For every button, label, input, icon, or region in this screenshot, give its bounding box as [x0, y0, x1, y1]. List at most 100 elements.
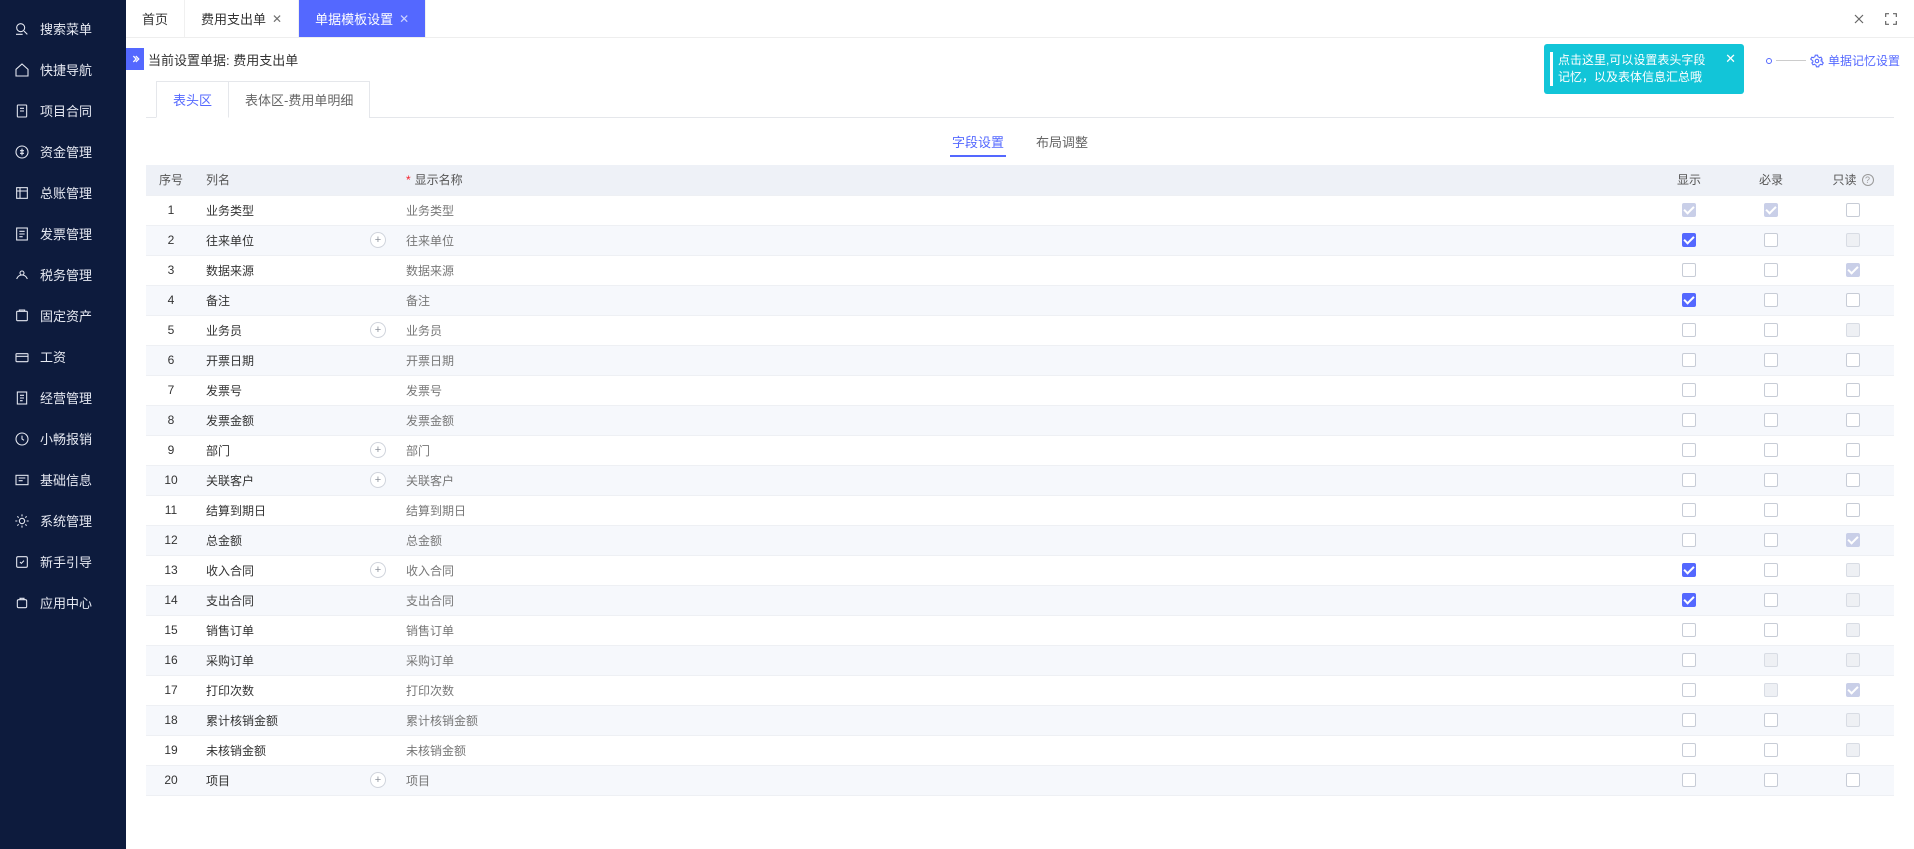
sidebar-item-6[interactable]: 税务管理	[0, 254, 126, 295]
cell-display[interactable]: 部门	[396, 435, 1648, 465]
cell-display[interactable]: 支出合同	[396, 585, 1648, 615]
help-icon[interactable]: ?	[1862, 174, 1874, 186]
add-button[interactable]: +	[370, 772, 386, 788]
checkbox-show[interactable]	[1682, 533, 1696, 547]
cell-display[interactable]: 往来单位	[396, 225, 1648, 255]
nav-tab-2[interactable]: 单据模板设置✕	[299, 0, 426, 37]
sidebar-item-5[interactable]: 发票管理	[0, 213, 126, 254]
checkbox-show[interactable]	[1682, 503, 1696, 517]
cell-display[interactable]: 备注	[396, 285, 1648, 315]
checkbox-show[interactable]	[1682, 743, 1696, 757]
area-tab-0[interactable]: 表头区	[156, 81, 229, 118]
cell-display[interactable]: 发票金额	[396, 405, 1648, 435]
checkbox-required[interactable]	[1764, 593, 1778, 607]
add-button[interactable]: +	[370, 232, 386, 248]
sidebar-item-10[interactable]: 小畅报销	[0, 418, 126, 459]
cell-display[interactable]: 项目	[396, 765, 1648, 795]
close-all-tabs-button[interactable]	[1850, 10, 1868, 28]
checkbox-required[interactable]	[1764, 413, 1778, 427]
cell-display[interactable]: 收入合同	[396, 555, 1648, 585]
checkbox-show[interactable]	[1682, 443, 1696, 457]
checkbox-show[interactable]	[1682, 323, 1696, 337]
cell-display[interactable]: 业务员	[396, 315, 1648, 345]
cell-display[interactable]: 销售订单	[396, 615, 1648, 645]
checkbox-required[interactable]	[1764, 473, 1778, 487]
cell-display[interactable]: 累计核销金额	[396, 705, 1648, 735]
checkbox-show[interactable]	[1682, 563, 1696, 577]
checkbox-required[interactable]	[1764, 263, 1778, 277]
checkbox-show[interactable]	[1682, 623, 1696, 637]
checkbox-readonly[interactable]	[1846, 383, 1860, 397]
checkbox-required[interactable]	[1764, 383, 1778, 397]
sidebar-item-4[interactable]: 总账管理	[0, 172, 126, 213]
sidebar-item-0[interactable]: 搜索菜单	[0, 8, 126, 49]
cell-display[interactable]: 总金额	[396, 525, 1648, 555]
nav-tab-1[interactable]: 费用支出单✕	[185, 0, 299, 37]
checkbox-show[interactable]	[1682, 593, 1696, 607]
checkbox-required[interactable]	[1764, 233, 1778, 247]
checkbox-show[interactable]	[1682, 383, 1696, 397]
cell-display[interactable]: 未核销金额	[396, 735, 1648, 765]
checkbox-show[interactable]	[1682, 473, 1696, 487]
checkbox-required[interactable]	[1764, 773, 1778, 787]
sidebar-item-2[interactable]: 项目合同	[0, 90, 126, 131]
checkbox-readonly[interactable]	[1846, 473, 1860, 487]
sidebar-item-9[interactable]: 经营管理	[0, 377, 126, 418]
checkbox-required[interactable]	[1764, 533, 1778, 547]
checkbox-show[interactable]	[1682, 653, 1696, 667]
sidebar-item-11[interactable]: 基础信息	[0, 459, 126, 500]
checkbox-readonly[interactable]	[1846, 773, 1860, 787]
checkbox-required[interactable]	[1764, 293, 1778, 307]
sidebar-item-3[interactable]: 资金管理	[0, 131, 126, 172]
fullscreen-button[interactable]	[1882, 10, 1900, 28]
sidebar-item-13[interactable]: 新手引导	[0, 541, 126, 582]
sidebar-item-1[interactable]: 快捷导航	[0, 49, 126, 90]
sub-tab-1[interactable]: 布局调整	[1034, 128, 1090, 157]
cell-display[interactable]: 结算到期日	[396, 495, 1648, 525]
checkbox-readonly[interactable]	[1846, 413, 1860, 427]
add-button[interactable]: +	[370, 562, 386, 578]
cell-display[interactable]: 采购订单	[396, 645, 1648, 675]
sub-tab-0[interactable]: 字段设置	[950, 128, 1006, 157]
checkbox-required[interactable]	[1764, 443, 1778, 457]
cell-display[interactable]: 发票号	[396, 375, 1648, 405]
checkbox-required[interactable]	[1764, 713, 1778, 727]
cell-display[interactable]: 业务类型	[396, 195, 1648, 225]
checkbox-show[interactable]	[1682, 773, 1696, 787]
close-icon[interactable]: ✕	[272, 12, 282, 26]
cell-display[interactable]: 打印次数	[396, 675, 1648, 705]
nav-tab-0[interactable]: 首页	[126, 0, 185, 37]
hint-tooltip-close[interactable]: ✕	[1725, 50, 1736, 68]
sidebar-item-14[interactable]: 应用中心	[0, 582, 126, 623]
checkbox-show[interactable]	[1682, 233, 1696, 247]
add-button[interactable]: +	[370, 442, 386, 458]
expand-toggle[interactable]	[126, 48, 144, 70]
checkbox-show[interactable]	[1682, 353, 1696, 367]
checkbox-required[interactable]	[1764, 503, 1778, 517]
checkbox-required[interactable]	[1764, 563, 1778, 577]
add-button[interactable]: +	[370, 322, 386, 338]
checkbox-readonly[interactable]	[1846, 503, 1860, 517]
area-tab-1[interactable]: 表体区-费用单明细	[229, 81, 370, 118]
checkbox-show[interactable]	[1682, 263, 1696, 277]
checkbox-readonly[interactable]	[1846, 293, 1860, 307]
checkbox-required[interactable]	[1764, 623, 1778, 637]
sidebar-item-7[interactable]: 固定资产	[0, 295, 126, 336]
checkbox-show[interactable]	[1682, 293, 1696, 307]
checkbox-show[interactable]	[1682, 683, 1696, 697]
close-icon[interactable]: ✕	[399, 12, 409, 26]
cell-display[interactable]: 数据来源	[396, 255, 1648, 285]
checkbox-readonly[interactable]	[1846, 203, 1860, 217]
sidebar-item-8[interactable]: 工资	[0, 336, 126, 377]
checkbox-required[interactable]	[1764, 323, 1778, 337]
memory-settings-link[interactable]: 单据记忆设置	[1766, 52, 1900, 69]
sidebar-item-12[interactable]: 系统管理	[0, 500, 126, 541]
cell-display[interactable]: 开票日期	[396, 345, 1648, 375]
checkbox-readonly[interactable]	[1846, 353, 1860, 367]
add-button[interactable]: +	[370, 472, 386, 488]
checkbox-required[interactable]	[1764, 353, 1778, 367]
checkbox-show[interactable]	[1682, 713, 1696, 727]
cell-display[interactable]: 关联客户	[396, 465, 1648, 495]
checkbox-readonly[interactable]	[1846, 443, 1860, 457]
checkbox-required[interactable]	[1764, 743, 1778, 757]
